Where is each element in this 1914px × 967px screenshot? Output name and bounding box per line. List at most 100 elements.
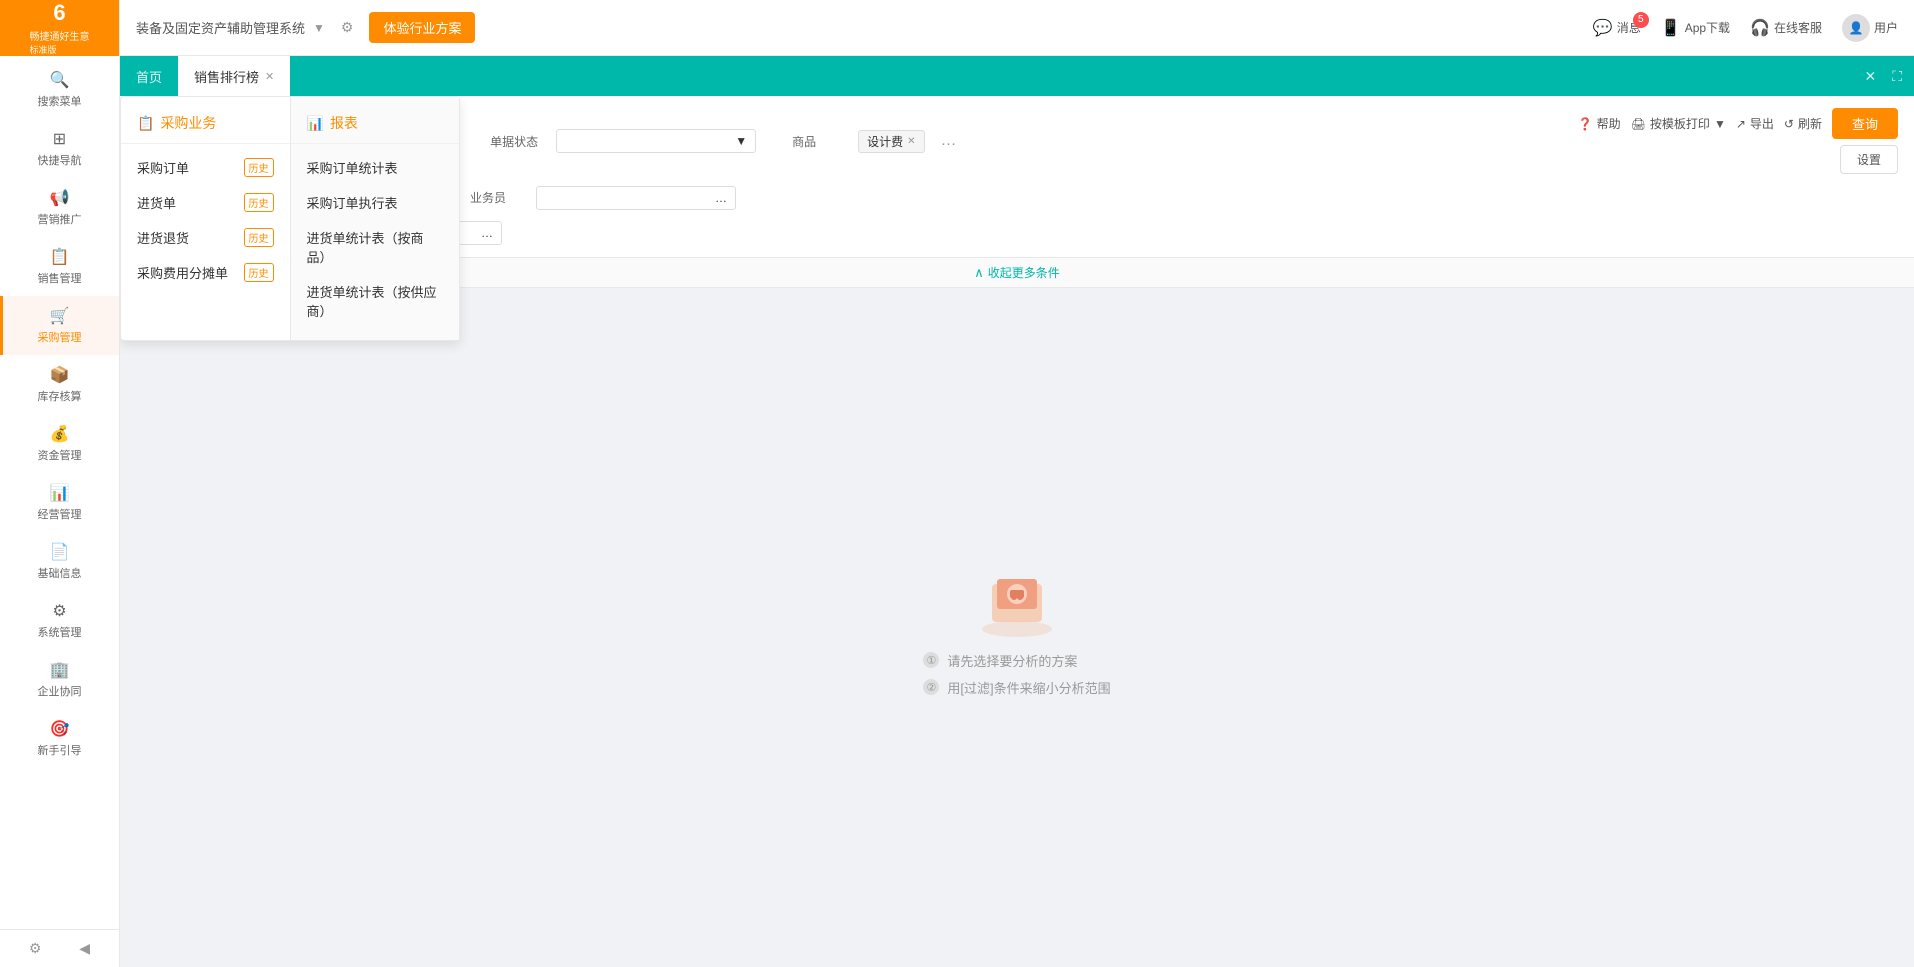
finance-icon: 💰 (50, 424, 70, 444)
content-area: 日期 近7天 更多 自定义 2024-12-31 单据状态 ▼ (120, 96, 1914, 967)
collapse-sidebar-icon[interactable]: ◀ (79, 940, 90, 957)
sidebar-logo: 6 畅捷通好生意 标准版 (0, 0, 119, 56)
purchase-dropdown-menu: 📋 采购业务 采购订单 历史 进货单 历史 进货退货 历史 (120, 96, 460, 341)
system-title: 装备及固定资产辅助管理系统 ▼ ⚙ (136, 18, 353, 37)
filter-actions: ❓ 帮助 🖨 按模板打印 ▼ ↗ 导出 (1578, 108, 1898, 174)
avatar: 👤 (1842, 14, 1870, 42)
dropdown-purchase-order[interactable]: 采购订单 历史 (121, 150, 290, 185)
sidebar-item-quick-nav[interactable]: ⊞ 快捷导航 (0, 119, 119, 178)
dropdown-goods-stat-by-product[interactable]: 进货单统计表（按商品） (291, 220, 460, 274)
report-col: 📊 报表 采购订单统计表 采购订单执行表 进货单统计表（按商品） 进货单统计表（… (291, 97, 460, 340)
doc-status-select[interactable]: ▼ (556, 129, 756, 153)
dropdown-purchase-order-stat[interactable]: 采购订单统计表 (291, 150, 460, 185)
user-item[interactable]: 👤 用户 (1842, 14, 1898, 42)
tab-close-icon[interactable]: ✕ (265, 70, 274, 83)
sidebar-item-finance[interactable]: 💰 资金管理 (0, 414, 119, 473)
dropdown-purchase-fee[interactable]: 采购费用分摊单 历史 (121, 255, 290, 290)
sidebar: 6 畅捷通好生意 标准版 🔍 搜索菜单 ⊞ 快捷导航 📢 营销推广 📋 销售管理… (0, 0, 120, 967)
marketing-icon: 📢 (50, 188, 70, 208)
refresh-btn[interactable]: ↺ 刷新 (1784, 115, 1822, 132)
salesperson-chevron-icon: … (715, 191, 727, 205)
headset-icon: 🎧 (1750, 18, 1770, 38)
chevron-down-icon: ▼ (735, 134, 747, 148)
history-badge-1: 历史 (244, 193, 274, 212)
message-icon: 💬 (1593, 18, 1613, 38)
export-btn[interactable]: ↗ 导出 (1736, 115, 1774, 132)
search-icon: 🔍 (50, 70, 70, 90)
enterprise-icon: 🏢 (50, 660, 70, 680)
print-btn[interactable]: 🖨 按模板打印 ▼ (1631, 115, 1726, 132)
notification-item[interactable]: 💬 消息 5 (1593, 18, 1641, 38)
sidebar-item-purchase[interactable]: 🛒 采购管理 (0, 296, 119, 355)
settings-button[interactable]: 设置 (1840, 145, 1898, 174)
empty-illustration (967, 559, 1067, 639)
purchase-col: 📋 采购业务 采购订单 历史 进货单 历史 进货退货 历史 (121, 97, 291, 340)
history-badge-2: 历史 (244, 228, 274, 247)
industry-btn[interactable]: 体验行业方案 (369, 12, 475, 43)
filter-section: 日期 近7天 更多 自定义 2024-12-31 单据状态 ▼ (120, 96, 1914, 288)
customer-more-dots: … (481, 226, 493, 240)
sidebar-item-system[interactable]: ⚙ 系统管理 (0, 591, 119, 650)
print-dropdown-icon[interactable]: ▼ (1714, 117, 1726, 131)
dropdown-goods-return[interactable]: 进货退货 历史 (121, 220, 290, 255)
sales-icon: 📋 (50, 247, 70, 267)
logo-icon: 6 (53, 0, 65, 26)
sidebar-item-guide[interactable]: 🎯 新手引导 (0, 709, 119, 768)
title-dropdown-arrow[interactable]: ▼ (313, 21, 325, 35)
tab-home[interactable]: 首页 (120, 56, 178, 96)
tab-sales-rank[interactable]: 销售排行榜 ✕ (178, 56, 290, 96)
print-icon: 🖨 (1631, 117, 1646, 131)
purchase-col-icon: 📋 (137, 115, 154, 132)
logo-text: 畅捷通好生意 标准版 (30, 28, 90, 56)
online-service-item[interactable]: 🎧 在线客服 (1750, 18, 1822, 38)
basic-icon: 📄 (50, 542, 70, 562)
dropdown-goods-stat-by-supplier[interactable]: 进货单统计表（按供应商） (291, 274, 460, 328)
settings-bottom-icon[interactable]: ⚙ (29, 940, 42, 957)
goods-tag: 设计费 ✕ (858, 130, 924, 153)
export-icon: ↗ (1736, 117, 1746, 131)
guide-icon: 🎯 (50, 719, 70, 739)
history-badge-3: 历史 (244, 263, 274, 282)
salesperson-select[interactable]: … (536, 186, 736, 210)
history-badge-0: 历史 (244, 158, 274, 177)
sidebar-item-marketing[interactable]: 📢 营销推广 (0, 178, 119, 237)
collapse-icon: ∧ (974, 265, 984, 281)
operation-icon: 📊 (50, 483, 70, 503)
system-settings-icon[interactable]: ⚙ (341, 19, 354, 36)
help-btn[interactable]: ❓ 帮助 (1578, 115, 1621, 132)
phone-icon: 📱 (1661, 18, 1681, 38)
goods-tag-close[interactable]: ✕ (907, 136, 915, 147)
app-download-item[interactable]: 📱 App下载 (1661, 18, 1730, 38)
sidebar-item-sales[interactable]: 📋 销售管理 (0, 237, 119, 296)
system-icon: ⚙ (52, 601, 66, 621)
top-header: 装备及固定资产辅助管理系统 ▼ ⚙ 体验行业方案 💬 消息 5 📱 App下载 … (120, 0, 1914, 56)
help-icon: ❓ (1578, 117, 1593, 131)
sidebar-nav: 🔍 搜索菜单 ⊞ 快捷导航 📢 营销推广 📋 销售管理 🛒 采购管理 📦 库存核… (0, 56, 119, 929)
header-right: 💬 消息 5 📱 App下载 🎧 在线客服 👤 用户 (1593, 14, 1898, 42)
sidebar-item-enterprise[interactable]: 🏢 企业协同 (0, 650, 119, 709)
tab-close-all-icon[interactable]: ✕ (1860, 64, 1880, 89)
tab-bar-right: ✕ ⛶ (1860, 64, 1914, 89)
sidebar-bottom: ⚙ ◀ (0, 929, 119, 967)
dropdown-goods-receipt[interactable]: 进货单 历史 (121, 185, 290, 220)
purchase-icon: 🛒 (50, 306, 70, 326)
main-area: 装备及固定资产辅助管理系统 ▼ ⚙ 体验行业方案 💬 消息 5 📱 App下载 … (120, 0, 1914, 967)
tab-bar: 首页 销售排行榜 ✕ ✕ ⛶ (120, 56, 1914, 96)
empty-state: ① 请先选择要分析的方案 ② 用[过滤]条件来缩小分析范围 (120, 288, 1914, 967)
purchase-col-header: 📋 采购业务 (121, 109, 290, 144)
sidebar-item-operation[interactable]: 📊 经营管理 (0, 473, 119, 532)
empty-tips: ① 请先选择要分析的方案 ② 用[过滤]条件来缩小分析范围 (923, 651, 1110, 697)
sidebar-item-inventory[interactable]: 📦 库存核算 (0, 355, 119, 414)
empty-svg (967, 559, 1067, 639)
sidebar-item-search[interactable]: 🔍 搜索菜单 (0, 60, 119, 119)
query-button[interactable]: 查询 (1832, 108, 1898, 139)
empty-tip-2: ② 用[过滤]条件来缩小分析范围 (923, 678, 1110, 697)
dropdown-purchase-order-exec[interactable]: 采购订单执行表 (291, 185, 460, 220)
sidebar-item-basic[interactable]: 📄 基础信息 (0, 532, 119, 591)
empty-tip-1: ① 请先选择要分析的方案 (923, 651, 1110, 670)
refresh-icon: ↺ (1784, 117, 1794, 131)
grid-icon: ⊞ (53, 129, 66, 149)
goods-more-dots[interactable]: … (941, 132, 957, 150)
tab-expand-icon[interactable]: ⛶ (1888, 64, 1906, 89)
report-col-header: 📊 报表 (291, 109, 460, 144)
